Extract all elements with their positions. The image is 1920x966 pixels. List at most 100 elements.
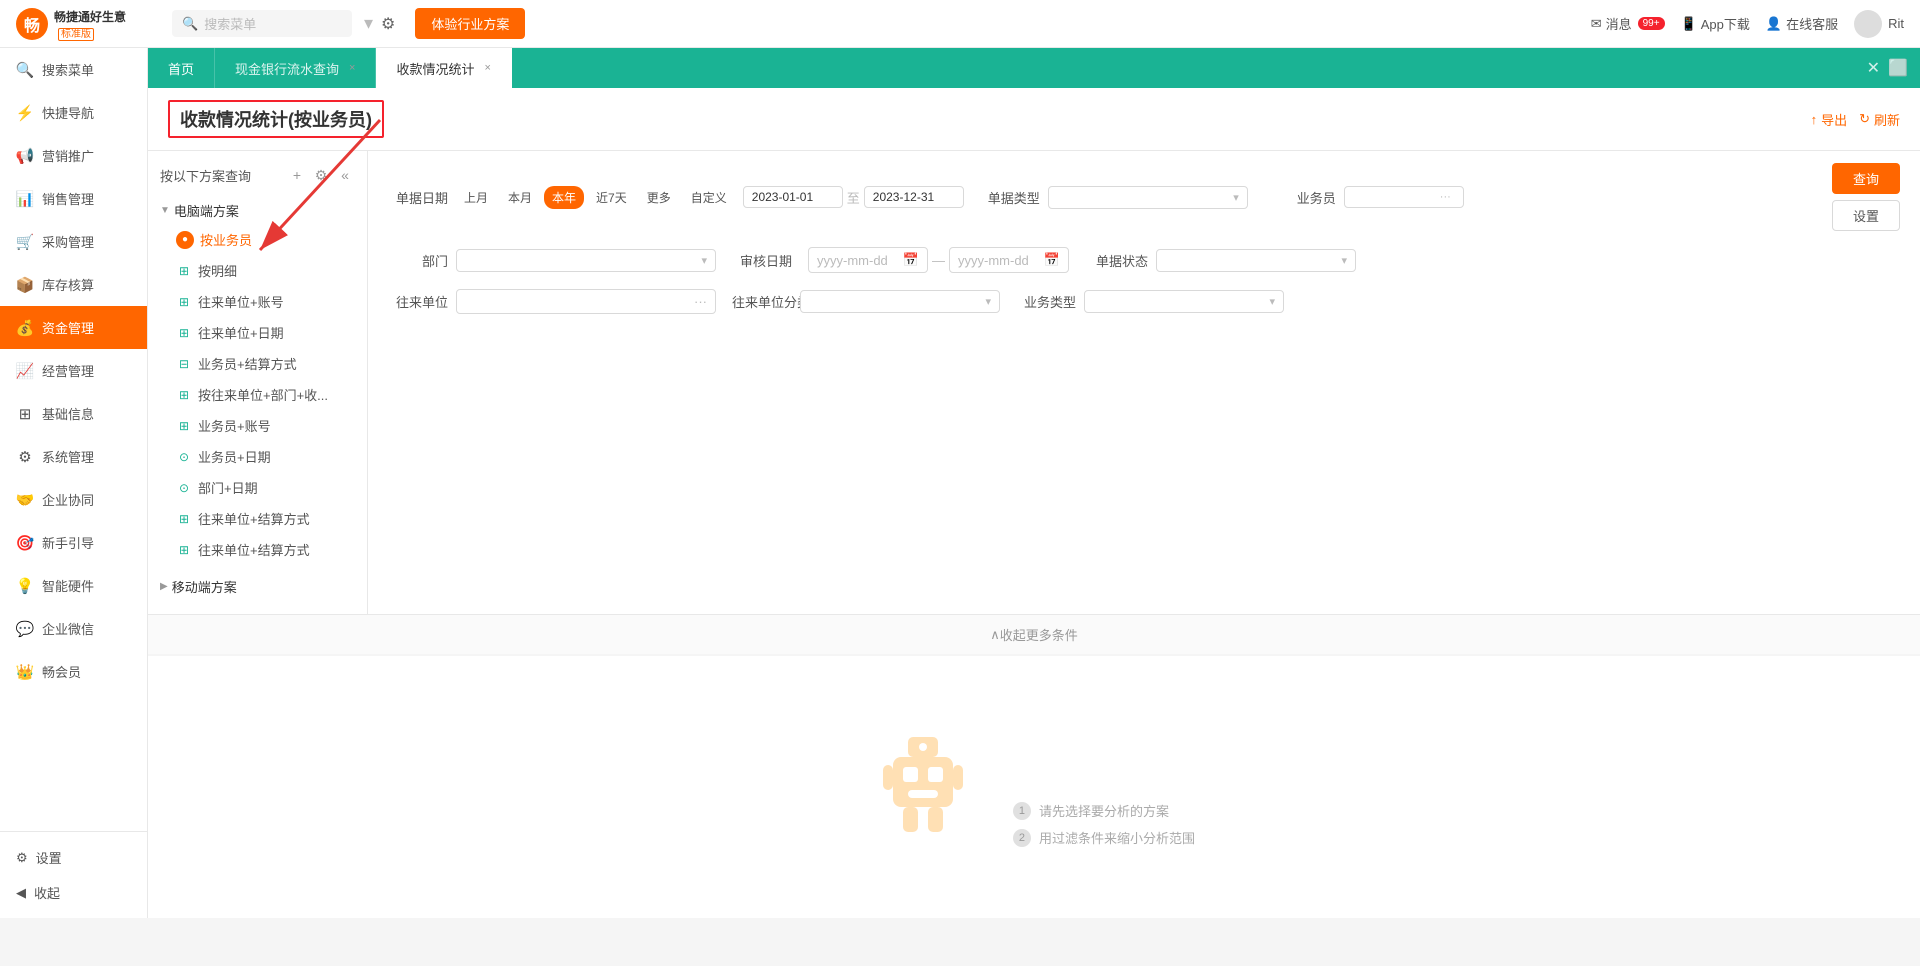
tab-cashflow[interactable]: 现金银行流水查询 × [215, 48, 376, 88]
scheme-item-detail[interactable]: ⊞ 按明细 [148, 255, 367, 286]
scheme-group-mobile-header[interactable]: ▶ 移动端方案 [148, 573, 367, 600]
messages-label: 消息 [1606, 14, 1632, 33]
btn-custom-date[interactable]: 自定义 [683, 186, 735, 209]
dept-arrow: ▾ [701, 254, 707, 267]
sidebar-item-search[interactable]: 🔍 搜索菜单 [0, 48, 147, 91]
date-from[interactable]: 2023-01-01 [743, 186, 843, 208]
sidebar-item-system[interactable]: ⚙ 系统管理 [0, 435, 147, 478]
scheme-item-icon-8: ⊙ [176, 480, 192, 496]
refresh-label: 刷新 [1874, 110, 1900, 129]
scheme-item-dept-date[interactable]: ⊙ 部门+日期 [148, 472, 367, 503]
btn-this-year[interactable]: 本年 [544, 186, 584, 209]
sidebar-label-wxwork: 企业微信 [42, 619, 94, 638]
sidebar-collapse-label: 收起 [34, 883, 60, 902]
collapse-row[interactable]: ∧ 收起更多条件 [148, 614, 1920, 654]
settings-button[interactable]: 设置 [1832, 200, 1900, 231]
sidebar-item-guide[interactable]: 🎯 新手引导 [0, 521, 147, 564]
partner-input[interactable]: ··· [456, 289, 716, 314]
top-bar-right: ✉ 消息 99+ 📱 App下载 👤 在线客服 Rit [1591, 10, 1904, 38]
review-to-cal[interactable]: 📅 [1044, 252, 1060, 268]
sidebar-item-finance[interactable]: 💰 资金管理 [0, 306, 147, 349]
sidebar-item-hardware[interactable]: 💡 智能硬件 [0, 564, 147, 607]
dept-field: 部门 ▾ [388, 249, 716, 272]
scheme-panel-header: 按以下方案查询 + ⚙ « [148, 161, 367, 193]
messages-badge: 99+ [1638, 17, 1665, 30]
sidebar-item-collab[interactable]: 🤝 企业协同 [0, 478, 147, 521]
review-from-cal[interactable]: 📅 [903, 252, 919, 268]
doc-status-select[interactable]: ▾ [1156, 249, 1356, 272]
btn-this-month[interactable]: 本月 [500, 186, 540, 209]
tab-receipt[interactable]: 收款情况统计 × [376, 48, 511, 88]
btn-7days[interactable]: 近7天 [588, 186, 635, 209]
query-row-3: 往来单位 ··· 往来单位分类 ▾ 业务类型 [388, 289, 1900, 314]
review-date-to[interactable]: yyyy-mm-dd 📅 [949, 247, 1069, 273]
sidebar-label-system: 系统管理 [42, 447, 94, 466]
scheme-add-icon[interactable]: + [287, 165, 307, 185]
gear-icon[interactable]: ⚙ [381, 14, 395, 34]
scheme-item-label-7: 业务员+日期 [198, 447, 271, 466]
sidebar-item-sales[interactable]: 📊 销售管理 [0, 177, 147, 220]
scheme-item-label-1: 按明细 [198, 261, 237, 280]
tip-text-2: 用过滤条件来缩小分析范围 [1039, 828, 1195, 847]
query-button[interactable]: 查询 [1832, 163, 1900, 194]
unit-type-select[interactable]: ▾ [1048, 186, 1248, 209]
trial-button[interactable]: 体验行业方案 [415, 8, 525, 39]
partner-category-arrow: ▾ [985, 295, 991, 308]
scheme-item-partner-account[interactable]: ⊞ 往来单位+账号 [148, 286, 367, 317]
review-date-from[interactable]: yyyy-mm-dd 📅 [808, 247, 928, 273]
scheme-item-salesperson-account[interactable]: ⊞ 业务员+账号 [148, 410, 367, 441]
online-service-item[interactable]: 👤 在线客服 [1766, 14, 1838, 33]
inventory-icon: 📦 [16, 276, 34, 294]
sidebar-item-marketing[interactable]: 📢 营销推广 [0, 134, 147, 177]
sidebar-item-member[interactable]: 👑 畅会员 [0, 650, 147, 693]
sidebar-item-quicknav[interactable]: ⚡ 快捷导航 [0, 91, 147, 134]
window-max-btn[interactable]: ⬜ [1888, 58, 1908, 78]
date-to[interactable]: 2023-12-31 [864, 186, 964, 208]
btn-more-dates[interactable]: 更多 [639, 186, 679, 209]
sidebar-item-basic[interactable]: ⊞ 基础信息 [0, 392, 147, 435]
tab-home[interactable]: 首页 [148, 48, 215, 88]
scheme-item-partner-settle2[interactable]: ⊞ 往来单位+结算方式 [148, 534, 367, 565]
partner-category-select[interactable]: ▾ [800, 290, 1000, 313]
scheme-header-icons: + ⚙ « [287, 165, 355, 185]
scheme-group-desktop-header[interactable]: ▼ 电脑端方案 [148, 197, 367, 224]
tab-cashflow-close[interactable]: × [349, 62, 355, 74]
finance-icon: 💰 [16, 319, 34, 337]
wxwork-icon: 💬 [16, 620, 34, 638]
scheme-collapse-icon[interactable]: « [335, 165, 355, 185]
sidebar-item-purchase[interactable]: 🛒 采购管理 [0, 220, 147, 263]
tab-receipt-close[interactable]: × [484, 62, 490, 74]
scheme-group-desktop-label: 电脑端方案 [174, 201, 239, 220]
scheme-settings-icon[interactable]: ⚙ [311, 165, 331, 185]
messages-item[interactable]: ✉ 消息 99+ [1591, 14, 1665, 33]
user-area[interactable]: Rit [1854, 10, 1904, 38]
tab-bar-right: ✕ ⬜ [1867, 58, 1920, 78]
collab-icon: 🤝 [16, 491, 34, 509]
sidebar-label-member: 畅会员 [42, 662, 81, 681]
refresh-button[interactable]: ↻ 刷新 [1859, 110, 1900, 129]
business-type-select[interactable]: ▾ [1084, 290, 1284, 313]
sidebar-label-inventory: 库存核算 [42, 275, 94, 294]
app-download-item[interactable]: 📱 App下载 [1681, 14, 1750, 33]
export-button[interactable]: ↑ 导出 [1811, 110, 1848, 129]
scheme-item-salesperson[interactable]: ● 按业务员 [148, 224, 367, 255]
dropdown-icon[interactable]: ▾ [364, 13, 373, 34]
sidebar-collapse[interactable]: ◀ 收起 [0, 875, 147, 910]
scheme-item-partner-settle1[interactable]: ⊞ 往来单位+结算方式 [148, 503, 367, 534]
scheme-item-partner-date[interactable]: ⊞ 往来单位+日期 [148, 317, 367, 348]
sidebar-item-inventory[interactable]: 📦 库存核算 [0, 263, 147, 306]
dept-select[interactable]: ▾ [456, 249, 716, 272]
sidebar-settings[interactable]: ⚙ 设置 [0, 840, 147, 875]
salesperson-select[interactable]: ··· [1344, 186, 1464, 208]
review-to-value: yyyy-mm-dd [958, 253, 1044, 268]
empty-robot-icon [873, 727, 973, 847]
scheme-item-partner-dept[interactable]: ⊞ 按往来单位+部门+收... [148, 379, 367, 410]
btn-last-month[interactable]: 上月 [456, 186, 496, 209]
scheme-item-salesperson-settle[interactable]: ⊟ 业务员+结算方式 [148, 348, 367, 379]
window-close-btn[interactable]: ✕ [1867, 58, 1880, 78]
scheme-item-salesperson-date[interactable]: ⊙ 业务员+日期 [148, 441, 367, 472]
sidebar-item-wxwork[interactable]: 💬 企业微信 [0, 607, 147, 650]
search-bar[interactable]: 🔍 搜索菜单 [172, 10, 352, 37]
unit-type-field: 单据类型 ▾ [980, 186, 1260, 209]
sidebar-item-operation[interactable]: 📈 经营管理 [0, 349, 147, 392]
